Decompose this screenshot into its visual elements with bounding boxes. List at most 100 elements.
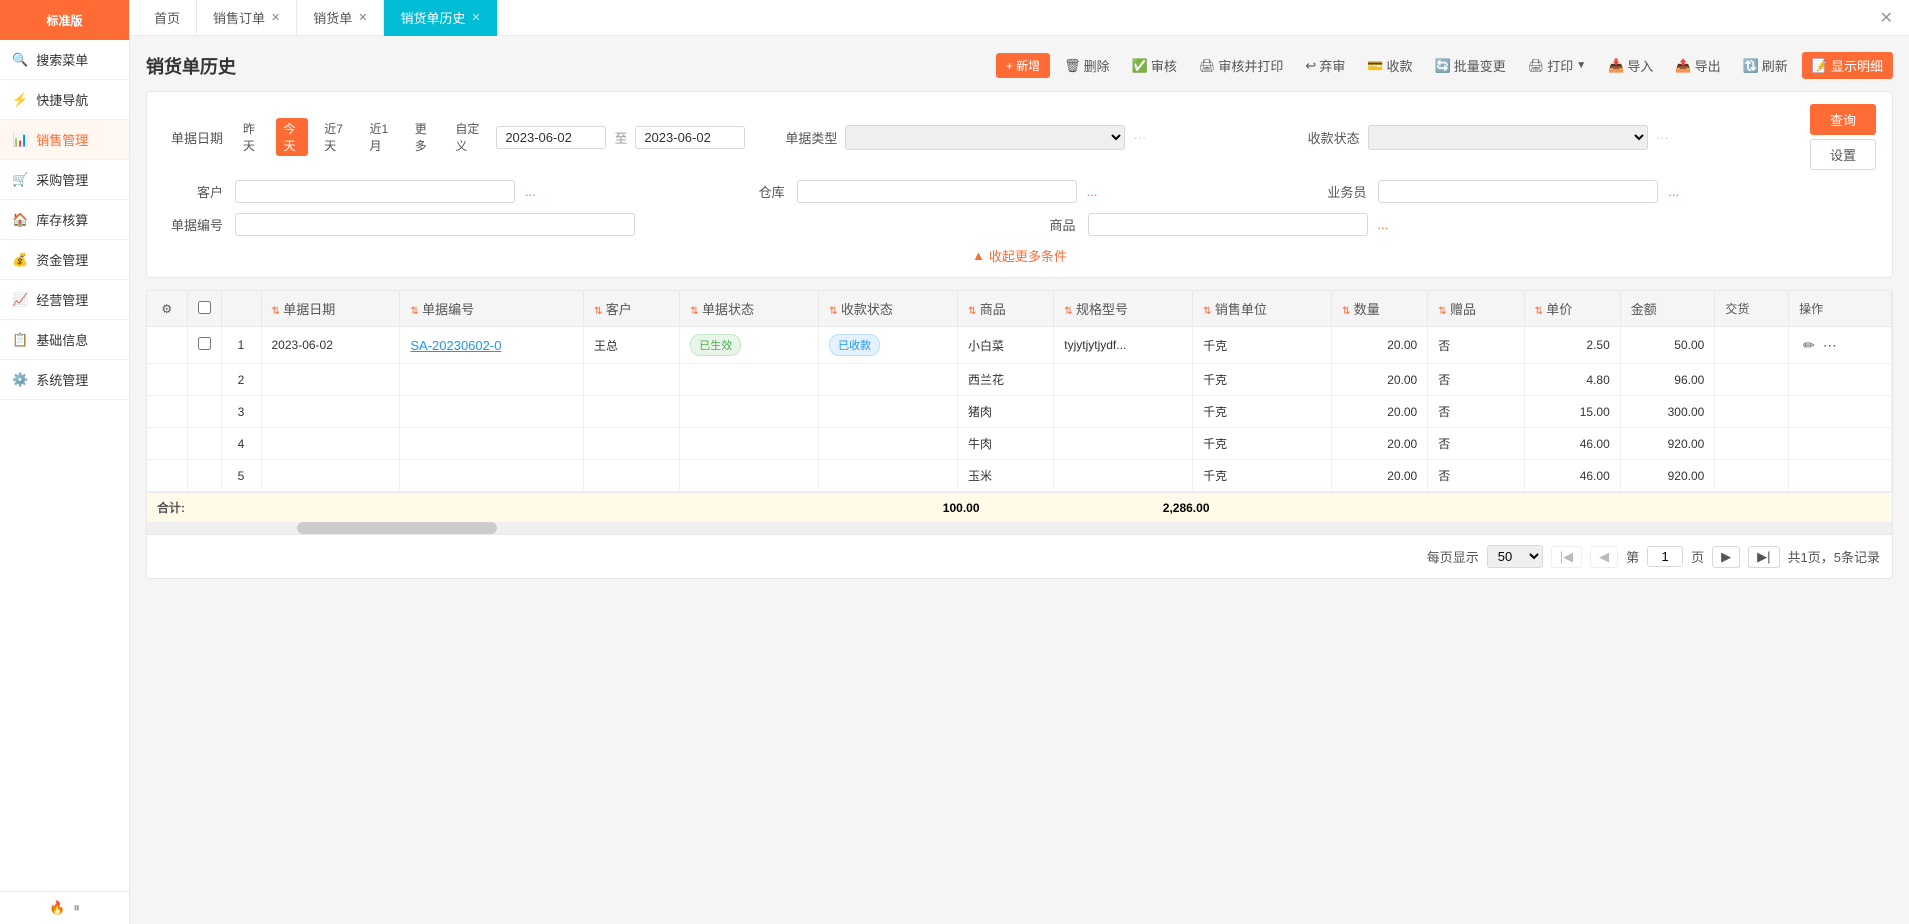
tab-home[interactable]: 首页 [138,0,197,36]
doc-no-input[interactable] [235,213,635,236]
row-seq: 3 [221,396,261,428]
warehouse-dots[interactable]: ... [1087,184,1098,199]
salesperson-dots[interactable]: ... [1668,184,1679,199]
row-checkbox[interactable] [187,327,221,364]
more-btn[interactable]: ⋯ [1819,335,1841,356]
col-amount[interactable]: 金额 [1620,291,1715,327]
sidebar-item-basic-info[interactable]: 📋 基础信息 [0,320,129,360]
sidebar-item-ops-mgmt[interactable]: 📈 经营管理 [0,280,129,320]
summary-row: 合计: 100.00 2,286.00 [147,492,1892,522]
last-page-btn[interactable]: ▶| [1748,546,1779,568]
doc-no-link[interactable]: SA-20230602-0 [410,338,501,353]
prev-page-btn[interactable]: ◀ [1590,546,1618,568]
col-gift[interactable]: ⇅ 赠品 [1428,291,1524,327]
tab-sales-goods[interactable]: 销货单 ✕ [297,0,384,36]
col-pay-status[interactable]: ⇅ 收款状态 [819,291,958,327]
scrollbar-container[interactable] [147,522,1892,534]
row-checkbox[interactable] [187,396,221,428]
row-checkbox[interactable] [187,460,221,492]
import-button[interactable]: 📥 导入 [1600,52,1661,79]
select-all-checkbox[interactable] [198,301,211,314]
customer-dots[interactable]: ... [525,184,536,199]
show-detail-button[interactable]: 📝 显示明细 [1802,52,1893,79]
date-yesterday[interactable]: 昨天 [235,118,268,156]
row-setting [147,396,187,428]
page-input[interactable] [1647,546,1683,567]
col-doc-no[interactable]: ⇅ 单据编号 [400,291,584,327]
delete-button[interactable]: 🗑 删除 [1056,52,1118,79]
col-price[interactable]: ⇅ 单价 [1524,291,1620,327]
col-setting[interactable]: ⚙ [147,291,187,327]
row-setting [147,460,187,492]
export-button[interactable]: 📤 导出 [1667,52,1728,79]
date-more[interactable]: 更多 [407,118,440,156]
sidebar-logo: 标准版 [0,0,129,40]
tab-sales-order[interactable]: 销售订单 ✕ [197,0,297,36]
goods-input[interactable] [1088,213,1368,236]
sidebar-item-inventory[interactable]: 🏠 库存核算 [0,200,129,240]
print-button[interactable]: 🖨 打印 ▼ [1520,52,1594,79]
row-customer: 王总 [584,327,680,364]
sidebar-item-search-menu[interactable]: 🔍 搜索菜单 [0,40,129,80]
scrollbar-thumb[interactable] [297,522,497,534]
col-trade: 交货 [1715,291,1789,327]
query-button[interactable]: 查询 [1810,104,1876,135]
date-1month[interactable]: 近1月 [362,118,399,156]
salesperson-input[interactable] [1378,180,1658,203]
doc-no-label: 单据编号 [163,215,223,234]
sidebar-item-quick-nav[interactable]: ⚡ 快捷导航 [0,80,129,120]
refresh-button[interactable]: 🔃 刷新 [1735,52,1796,79]
row-doc-no [400,460,584,492]
date-custom[interactable]: 自定义 [447,118,488,156]
date-7days[interactable]: 近7天 [316,118,353,156]
pause-icon[interactable]: ⏸ [73,900,80,916]
col-doc-status[interactable]: ⇅ 单据状态 [680,291,819,327]
new-button[interactable]: + 新增 [996,53,1050,78]
date-from-input[interactable] [496,126,606,149]
row-amount: 920.00 [1620,460,1715,492]
fire-icon[interactable]: 🔥 [49,900,65,916]
sidebar-item-finance-mgmt[interactable]: 💰 资金管理 [0,240,129,280]
goods-dots[interactable]: ... [1378,217,1389,232]
sidebar-item-sys-mgmt[interactable]: ⚙️ 系统管理 [0,360,129,400]
tab-close-all[interactable]: ✕ [1872,8,1901,28]
sidebar-item-purchase-mgmt[interactable]: 🛒 采购管理 [0,160,129,200]
sidebar-item-sales-mgmt[interactable]: 📊 销售管理 [0,120,129,160]
row-checkbox[interactable] [187,364,221,396]
next-page-btn[interactable]: ▶ [1712,546,1740,568]
date-today[interactable]: 今天 [276,118,309,156]
row-checkbox[interactable] [187,428,221,460]
payment-status-select[interactable] [1368,125,1648,150]
warehouse-input[interactable] [797,180,1077,203]
col-doc-date[interactable]: ⇅ 单据日期 [261,291,400,327]
col-customer[interactable]: ⇅ 客户 [584,291,680,327]
col-unit[interactable]: ⇅ 销售单位 [1193,291,1332,327]
row-doc-status [680,428,819,460]
date-to-input[interactable] [635,126,745,149]
review-print-button[interactable]: 🖨 审核并打印 [1191,52,1292,79]
per-page-select[interactable]: 50 100 [1487,545,1543,568]
collect-button[interactable]: 💳 收款 [1359,52,1420,79]
edit-btn[interactable]: ✏ [1799,335,1819,356]
first-page-btn[interactable]: |◀ [1551,546,1582,568]
review-button[interactable]: ✅ 审核 [1124,52,1185,79]
tab-close-sales-order[interactable]: ✕ [271,11,280,24]
row-pay-status [819,460,958,492]
tab-close-sales-goods[interactable]: ✕ [358,11,367,24]
row-check[interactable] [198,337,211,350]
row-doc-date [261,364,400,396]
tab-close-sales-history[interactable]: ✕ [472,11,481,24]
filter-collapse[interactable]: ▲ 收起更多条件 [163,246,1876,265]
col-qty[interactable]: ⇅ 数量 [1331,291,1427,327]
row-doc-date: 2023-06-02 [261,327,400,364]
batch-change-button[interactable]: 🔄 批量变更 [1427,52,1514,79]
tab-sales-history[interactable]: 销货单历史 ✕ [384,0,497,36]
col-spec[interactable]: ⇅ 规格型号 [1054,291,1193,327]
col-goods[interactable]: ⇅ 商品 [957,291,1053,327]
setting-button[interactable]: 设置 [1810,139,1876,170]
abandon-button[interactable]: ↩ 弃审 [1297,52,1353,79]
customer-input[interactable] [235,180,515,203]
doc-type-dots: ··· [1133,130,1146,145]
row-pay-status [819,428,958,460]
doc-type-select[interactable] [845,125,1125,150]
